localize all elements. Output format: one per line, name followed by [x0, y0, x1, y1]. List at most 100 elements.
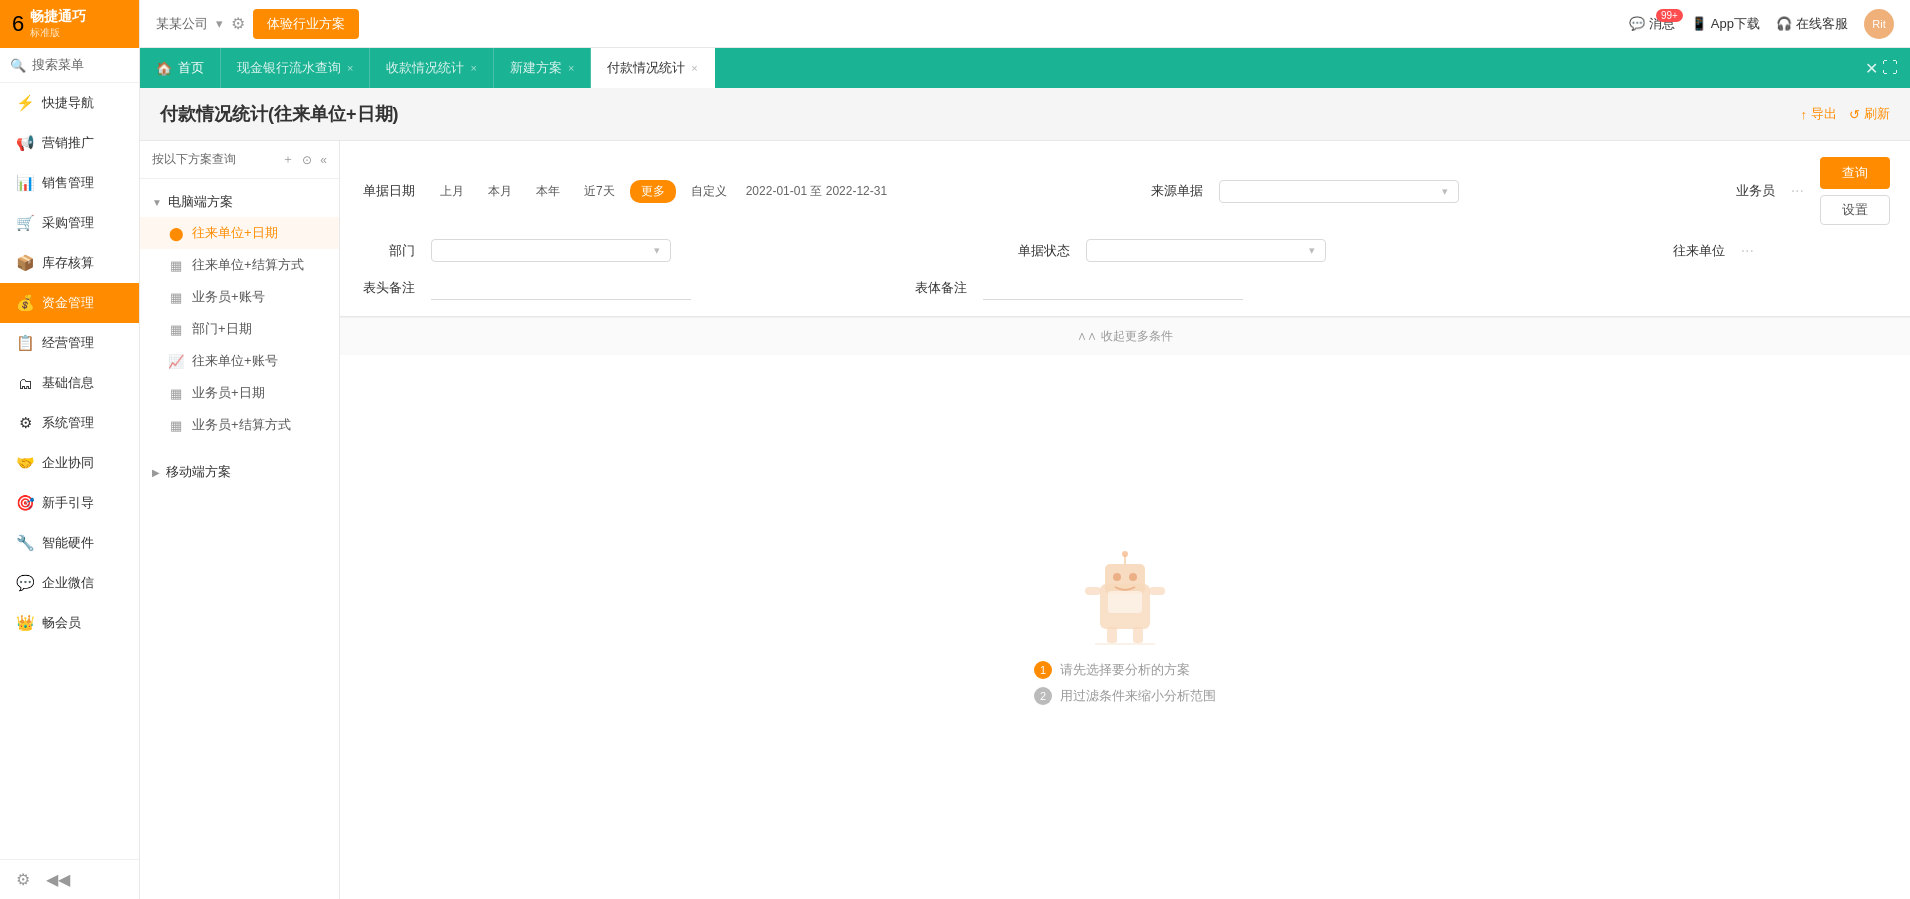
tab-close-all-icon[interactable]: ✕ [1865, 59, 1878, 78]
svg-point-3 [1129, 573, 1137, 581]
date-filter-buttons: 上月 本月 本年 近7天 更多 自定义 2022-01-01 至 2022-12… [431, 179, 887, 204]
scheme-bar-icon: ▦ [168, 289, 184, 305]
scheme-item-partner-settle[interactable]: ▦ 往来单位+结算方式 [140, 249, 339, 281]
sidebar-item-sales[interactable]: 📊 销售管理 [0, 163, 139, 203]
status-select[interactable]: ▾ [1086, 239, 1326, 262]
scheme-item-staff-settle[interactable]: ▦ 业务员+结算方式 [140, 409, 339, 441]
date-filter-label: 单据日期 [360, 182, 415, 200]
sidebar-item-capital[interactable]: 💰 资金管理 [0, 283, 139, 323]
scheme-label: 往来单位+日期 [192, 224, 278, 242]
left-panel: 按以下方案查询 ＋ ⊙ « ▼ 电脑端方案 ⬤ 往来单位+日期 ▦ [140, 141, 340, 899]
body-note-input[interactable] [983, 276, 1243, 300]
tab-receipt-stats[interactable]: 收款情况统计 × [370, 48, 493, 88]
footer-collapse-icon[interactable]: ◀◀ [46, 870, 70, 889]
step1-num: 1 [1034, 661, 1052, 679]
sidebar-item-inventory[interactable]: 📦 库存核算 [0, 243, 139, 283]
topbar-gear-icon[interactable]: ⚙ [231, 14, 245, 33]
add-scheme-icon[interactable]: ＋ [282, 151, 294, 168]
tabbar-actions: ✕ ⛶ [1853, 48, 1910, 88]
sidebar: 6 畅捷通巧 标准版 🔍 搜索菜单 ⚡ 快捷导航 📢 营销推广 📊 销售管理 🛒… [0, 0, 140, 899]
desktop-group-title[interactable]: ▼ 电脑端方案 [140, 187, 339, 217]
empty-step2: 2 用过滤条件来缩小分析范围 [1034, 687, 1216, 705]
partner-filter-dots[interactable]: ··· [1741, 242, 1754, 260]
topbar-left: 某某公司 ▾ ⚙ 体验行业方案 [156, 9, 1619, 39]
tab-close-icon[interactable]: × [470, 62, 476, 74]
sidebar-item-label: 快捷导航 [42, 94, 94, 112]
staff-filter-dots[interactable]: ··· [1791, 182, 1804, 200]
sidebar-item-hardware[interactable]: 🔧 智能硬件 [0, 523, 139, 563]
app-download-btn[interactable]: 📱 App下载 [1691, 15, 1760, 33]
scheme-item-dept-date[interactable]: ▦ 部门+日期 [140, 313, 339, 345]
query-btn[interactable]: 查询 [1820, 157, 1890, 189]
capital-icon: 💰 [16, 294, 34, 312]
mobile-scheme-group: ▶ 移动端方案 [140, 449, 339, 495]
scheme-item-staff-date[interactable]: ▦ 业务员+日期 [140, 377, 339, 409]
this-year-btn[interactable]: 本年 [527, 179, 569, 204]
sidebar-footer: ⚙ ◀◀ [0, 859, 139, 899]
tab-cash-flow[interactable]: 现金银行流水查询 × [221, 48, 370, 88]
more-btn[interactable]: 更多 [630, 180, 676, 203]
group-label: 电脑端方案 [168, 193, 233, 211]
sidebar-item-wechat[interactable]: 💬 企业微信 [0, 563, 139, 603]
sidebar-item-basics[interactable]: 🗂 基础信息 [0, 363, 139, 403]
dept-dropdown-icon: ▾ [654, 244, 660, 257]
sidebar-item-operations[interactable]: 📋 经营管理 [0, 323, 139, 363]
tab-fullscreen-icon[interactable]: ⛶ [1882, 59, 1898, 77]
svg-rect-9 [1149, 587, 1165, 595]
group-arrow-icon: ▶ [152, 467, 160, 478]
export-btn[interactable]: ↑ 导出 [1801, 105, 1838, 123]
sidebar-item-marketing[interactable]: 📢 营销推广 [0, 123, 139, 163]
step1-text: 请先选择要分析的方案 [1060, 661, 1190, 679]
vip-icon: 👑 [16, 614, 34, 632]
step2-text: 用过滤条件来缩小分析范围 [1060, 687, 1216, 705]
tab-close-icon[interactable]: × [568, 62, 574, 74]
scheme-bar-icon: ▦ [168, 321, 184, 337]
tab-close-icon[interactable]: × [347, 62, 353, 74]
custom-btn[interactable]: 自定义 [682, 179, 736, 204]
scheme-item-partner-account[interactable]: 📈 往来单位+账号 [140, 345, 339, 377]
sidebar-item-system[interactable]: ⚙ 系统管理 [0, 403, 139, 443]
tab-close-icon[interactable]: × [691, 62, 697, 74]
header-note-input[interactable] [431, 276, 691, 300]
company-dropdown-icon[interactable]: ▾ [216, 16, 223, 31]
tab-new-scheme[interactable]: 新建方案 × [494, 48, 591, 88]
main-area: 某某公司 ▾ ⚙ 体验行业方案 💬 消息 99+ 📱 App下载 🎧 在线客服 … [140, 0, 1910, 899]
last-7days-btn[interactable]: 近7天 [575, 179, 624, 204]
tab-home[interactable]: 🏠 首页 [140, 48, 221, 88]
mobile-group-title[interactable]: ▶ 移动端方案 [140, 457, 339, 487]
refresh-btn[interactable]: ↺ 刷新 [1849, 105, 1890, 123]
settings-btn[interactable]: 设置 [1820, 195, 1890, 225]
shortcut-icon: ⚡ [16, 94, 34, 112]
collapse-panel-icon[interactable]: « [320, 153, 327, 167]
sidebar-item-vip[interactable]: 👑 畅会员 [0, 603, 139, 643]
message-btn[interactable]: 💬 消息 99+ [1629, 15, 1675, 33]
trial-btn[interactable]: 体验行业方案 [253, 9, 359, 39]
scheme-item-partner-date[interactable]: ⬤ 往来单位+日期 [140, 217, 339, 249]
settings-scheme-icon[interactable]: ⊙ [302, 153, 312, 167]
system-icon: ⚙ [16, 414, 34, 432]
sidebar-item-enterprise[interactable]: 🤝 企业协同 [0, 443, 139, 483]
search-icon: 🔍 [10, 58, 26, 73]
service-btn[interactable]: 🎧 在线客服 [1776, 15, 1848, 33]
left-panel-header-icons: ＋ ⊙ « [282, 151, 327, 168]
tab-label: 新建方案 [510, 59, 562, 77]
collapse-more-btn[interactable]: ∧∧ 收起更多条件 [340, 317, 1910, 355]
footer-settings-icon[interactable]: ⚙ [16, 870, 30, 889]
message-badge: 99+ [1656, 9, 1683, 22]
sidebar-item-guide[interactable]: 🎯 新手引导 [0, 483, 139, 523]
service-label: 在线客服 [1796, 15, 1848, 33]
sidebar-item-shortcut[interactable]: ⚡ 快捷导航 [0, 83, 139, 123]
sidebar-item-purchase[interactable]: 🛒 采购管理 [0, 203, 139, 243]
last-month-btn[interactable]: 上月 [431, 179, 473, 204]
user-avatar[interactable]: Rit [1864, 9, 1894, 39]
purchase-icon: 🛒 [16, 214, 34, 232]
this-month-btn[interactable]: 本月 [479, 179, 521, 204]
svg-rect-10 [1108, 591, 1142, 613]
page-title: 付款情况统计(往来单位+日期) [160, 102, 399, 126]
source-select[interactable]: ▾ [1219, 180, 1459, 203]
sidebar-search[interactable]: 🔍 搜索菜单 [0, 48, 139, 83]
dept-select[interactable]: ▾ [431, 239, 671, 262]
scheme-item-staff-account[interactable]: ▦ 业务员+账号 [140, 281, 339, 313]
guide-icon: 🎯 [16, 494, 34, 512]
tab-payment-stats[interactable]: 付款情况统计 × [591, 48, 714, 88]
